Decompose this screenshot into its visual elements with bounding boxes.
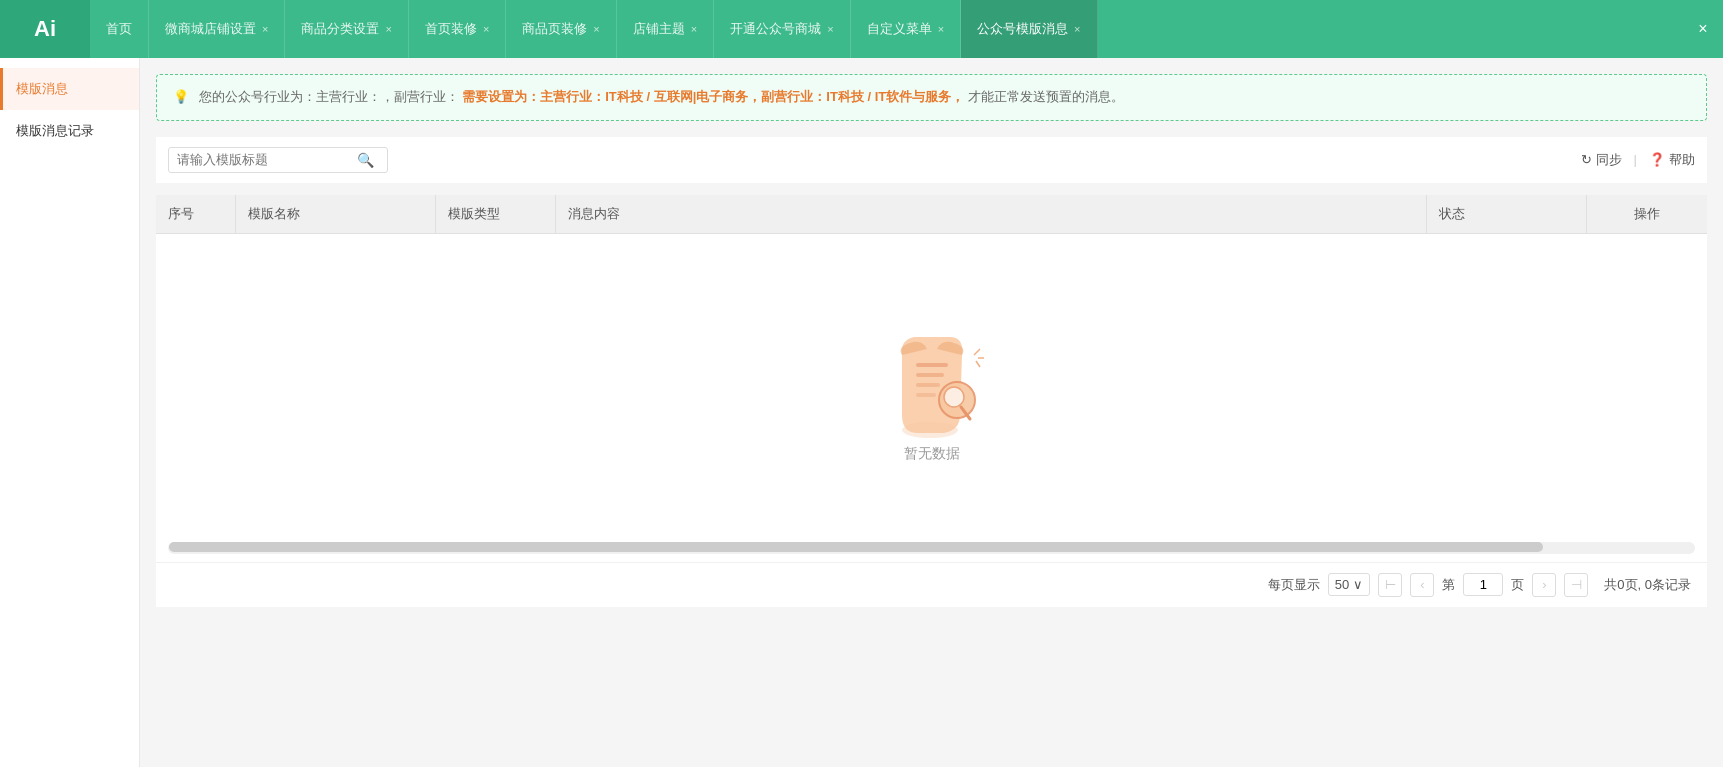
sidebar-item-0[interactable]: 模版消息 — [0, 68, 139, 110]
sync-button[interactable]: ↻ 同步 — [1581, 151, 1622, 169]
search-input-wrap: 🔍 — [168, 147, 388, 173]
notice-prefix: 您的公众号行业为：主营行业：，副营行业： — [199, 89, 459, 104]
top-navigation: Ai 首页微商城店铺设置×商品分类设置×首页装修×商品页装修×店铺主题×开通公众… — [0, 0, 1723, 58]
chevron-down-icon: ∨ — [1353, 577, 1363, 592]
first-page-button[interactable]: ⊢ — [1378, 573, 1402, 597]
search-icon[interactable]: 🔍 — [357, 152, 374, 168]
notice-box: 💡 您的公众号行业为：主营行业：，副营行业： 需要设置为：主营行业：IT科技 /… — [156, 74, 1707, 121]
help-label: 帮助 — [1669, 151, 1695, 169]
tab-item-5[interactable]: 店铺主题× — [617, 0, 714, 58]
tab-item-4[interactable]: 商品页装修× — [506, 0, 616, 58]
total-info: 共0页, 0条记录 — [1604, 576, 1691, 594]
search-toolbar: 🔍 ↻ 同步 | ❓ 帮助 — [156, 137, 1707, 183]
main-layout: 模版消息模版消息记录 💡 您的公众号行业为：主营行业：，副营行业： 需要设置为：… — [0, 58, 1723, 767]
sidebar-item-1[interactable]: 模版消息记录 — [0, 110, 139, 152]
table-header: 序号 模版名称 模版类型 消息内容 状态 操作 — [156, 195, 1707, 234]
toolbar-divider: | — [1634, 152, 1637, 167]
toolbar-right: ↻ 同步 | ❓ 帮助 — [1581, 151, 1695, 169]
pagination: 每页显示 50 ∨ ⊢ ‹ 第 页 › ⊣ 共0页, 0条记录 — [156, 562, 1707, 607]
content-area: 💡 您的公众号行业为：主营行业：，副营行业： 需要设置为：主营行业：IT科技 /… — [140, 58, 1723, 767]
prev-page-button[interactable]: ‹ — [1410, 573, 1434, 597]
tab-bar: 首页微商城店铺设置×商品分类设置×首页装修×商品页装修×店铺主题×开通公众号商城… — [90, 0, 1683, 58]
col-status: 状态 — [1427, 195, 1587, 233]
last-page-button[interactable]: ⊣ — [1564, 573, 1588, 597]
sidebar: 模版消息模版消息记录 — [0, 58, 140, 767]
per-page-value: 50 — [1335, 577, 1349, 592]
col-index: 序号 — [156, 195, 236, 233]
page-input[interactable] — [1463, 573, 1503, 596]
sync-icon: ↻ — [1581, 152, 1592, 167]
page-unit: 页 — [1511, 576, 1524, 594]
app-logo: Ai — [0, 0, 90, 58]
notice-highlight: 需要设置为：主营行业：IT科技 / 互联网|电子商务，副营行业：IT科技 / I… — [462, 89, 964, 104]
tab-close-icon-7[interactable]: × — [938, 23, 944, 35]
tab-close-icon-4[interactable]: × — [593, 23, 599, 35]
help-icon: ❓ — [1649, 152, 1665, 167]
tab-item-8[interactable]: 公众号模版消息× — [961, 0, 1097, 58]
tab-close-icon-5[interactable]: × — [691, 23, 697, 35]
svg-line-10 — [976, 361, 980, 367]
svg-rect-2 — [916, 373, 944, 377]
tab-item-2[interactable]: 商品分类设置× — [285, 0, 408, 58]
data-table: 序号 模版名称 模版类型 消息内容 状态 操作 — [156, 195, 1707, 607]
per-page-select[interactable]: 50 ∨ — [1328, 573, 1370, 596]
tab-close-icon-3[interactable]: × — [483, 23, 489, 35]
next-page-button[interactable]: › — [1532, 573, 1556, 597]
tab-item-3[interactable]: 首页装修× — [409, 0, 506, 58]
empty-state: 暂无数据 — [872, 285, 992, 483]
tab-close-icon-8[interactable]: × — [1074, 23, 1080, 35]
col-action: 操作 — [1587, 195, 1707, 233]
col-type: 模版类型 — [436, 195, 556, 233]
sync-label: 同步 — [1596, 151, 1622, 169]
tab-item-1[interactable]: 微商城店铺设置× — [149, 0, 285, 58]
per-page-label: 每页显示 — [1268, 576, 1320, 594]
tab-item-6[interactable]: 开通公众号商城× — [714, 0, 850, 58]
tab-close-icon-2[interactable]: × — [385, 23, 391, 35]
tab-item-7[interactable]: 自定义菜单× — [851, 0, 961, 58]
page-label: 第 — [1442, 576, 1455, 594]
empty-text: 暂无数据 — [904, 445, 960, 463]
horizontal-scrollbar[interactable] — [168, 542, 1695, 554]
svg-line-8 — [974, 349, 980, 355]
svg-rect-1 — [916, 363, 948, 367]
tab-close-icon-6[interactable]: × — [827, 23, 833, 35]
svg-point-6 — [944, 387, 964, 407]
col-content: 消息内容 — [556, 195, 1427, 233]
svg-rect-3 — [916, 383, 940, 387]
help-button[interactable]: ❓ 帮助 — [1649, 151, 1695, 169]
col-name: 模版名称 — [236, 195, 436, 233]
svg-rect-4 — [916, 393, 936, 397]
tab-close-icon-1[interactable]: × — [262, 23, 268, 35]
tab-item-0[interactable]: 首页 — [90, 0, 149, 58]
scroll-thumb[interactable] — [169, 542, 1543, 552]
empty-illustration — [872, 325, 992, 445]
lightbulb-icon: 💡 — [173, 89, 189, 104]
notice-suffix: 才能正常发送预置的消息。 — [968, 89, 1124, 104]
close-all-button[interactable]: × — [1683, 0, 1723, 58]
search-input[interactable] — [177, 152, 357, 167]
table-body: 暂无数据 — [156, 234, 1707, 534]
